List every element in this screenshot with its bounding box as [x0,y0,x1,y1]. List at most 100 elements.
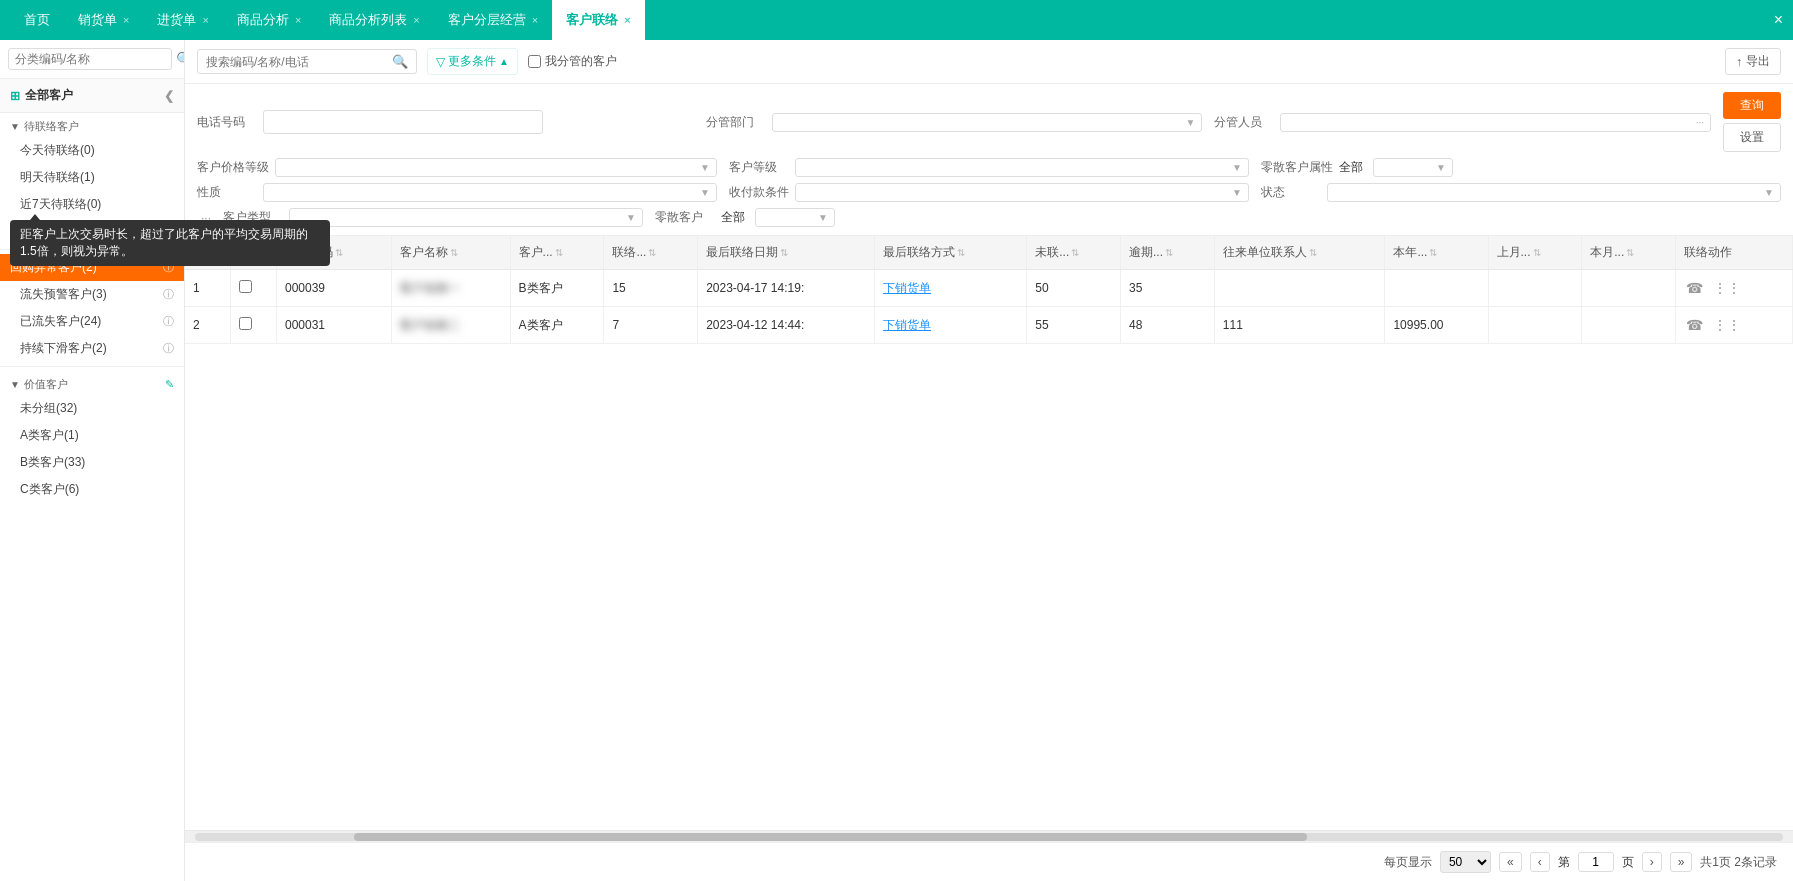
sort-date-icon[interactable]: ⇅ [780,247,788,258]
close-customer-contact-icon[interactable]: × [624,14,630,26]
sort-last-month-icon[interactable]: ⇅ [1533,247,1541,258]
action-more-2[interactable]: ⋮⋮ [1711,315,1743,335]
sidebar-divider-1 [0,249,184,250]
page-input[interactable] [1578,852,1614,872]
scrollbar-thumb[interactable] [354,833,1307,841]
action-more-1[interactable]: ⋮⋮ [1711,278,1743,298]
nav-item-product-list[interactable]: 商品分析列表 × [315,0,433,40]
customer-level-label: 客户等级 [729,159,789,176]
td-index-2: 2 [185,307,230,344]
gender-select[interactable]: ▼ [263,183,717,202]
last-page-button[interactable]: » [1670,852,1693,872]
sidebar-search-button[interactable]: 🔍 [176,51,185,67]
row-checkbox-1[interactable] [239,280,252,293]
action-call-1[interactable]: ☎ [1684,278,1705,298]
customer-level-select[interactable]: ▼ [795,158,1249,177]
td-year-2: 10995.00 [1385,307,1488,344]
sidebar-search-input[interactable] [8,48,172,70]
th-last-contact-date: 最后联络日期⇅ [698,236,875,270]
sort-type-icon[interactable]: ⇅ [555,247,563,258]
sidebar-item-churned[interactable]: 已流失客户(24) ⓘ [0,308,184,335]
select-all-checkbox[interactable] [239,245,252,258]
sidebar-collapse-icon[interactable]: ❮ [164,89,174,103]
th-customer-type: 客户...⇅ [510,236,604,270]
sort-code-icon[interactable]: ⇅ [335,247,343,258]
sidebar-item-repurchase-anomaly[interactable]: 回购异常客户(2) ⓘ [0,254,184,281]
window-close-icon[interactable]: × [1774,11,1783,29]
sidebar-item-declining[interactable]: 持续下滑客户(2) ⓘ [0,335,184,362]
settings-button[interactable]: 设置 [1723,123,1781,152]
nav-item-sales[interactable]: 销货单 × [64,0,143,40]
sidebar-item-overdue[interactable]: 逾期未联络(30) [0,218,184,245]
payment-select[interactable]: ▼ [795,183,1249,202]
edit-icon[interactable]: ✎ [165,378,174,391]
grid-icon: ⊞ [10,89,20,103]
per-page-select[interactable]: 50 20 100 [1440,851,1491,873]
filter-manager: 分管人员 ··· [1214,113,1711,132]
query-button[interactable]: 查询 [1723,92,1781,119]
sort-no-contact-icon[interactable]: ⇅ [1071,247,1079,258]
sort-method-icon[interactable]: ⇅ [957,247,965,258]
nav-item-customer-tier[interactable]: 客户分层经营 × [434,0,552,40]
close-purchase-icon[interactable]: × [202,14,208,26]
close-product-list-icon[interactable]: × [413,14,419,26]
nav-item-purchase[interactable]: 进货单 × [143,0,222,40]
close-product-analysis-icon[interactable]: × [295,14,301,26]
sort-overdue-icon[interactable]: ⇅ [1165,247,1173,258]
row-actions-2: ☎ ⋮⋮ [1684,315,1784,335]
price-level-select[interactable]: ▼ [275,158,717,177]
export-button[interactable]: ↑ 导出 [1725,48,1781,75]
my-customer-checkbox[interactable] [528,55,541,68]
first-page-button[interactable]: « [1499,852,1522,872]
filter-retail-attr: 零散客户属性 全部 ▼ [1261,158,1781,177]
sidebar-item-unclassified[interactable]: 未分组(32) [0,395,184,422]
status-select[interactable]: ▼ [1327,183,1781,202]
chevron-down-payment: ▼ [1232,187,1242,198]
more-dots[interactable]: ··· [201,211,211,225]
sort-contact-icon[interactable]: ⇅ [648,247,656,258]
close-customer-tier-icon[interactable]: × [532,14,538,26]
method-link-1[interactable]: 下销货单 [883,281,931,295]
sidebar-item-churn-warning[interactable]: 流失预警客户(3) ⓘ [0,281,184,308]
dept-select[interactable]: ▼ [772,113,1203,132]
sort-year-icon[interactable]: ⇅ [1429,247,1437,258]
retail-attr-select[interactable]: ▼ [1373,158,1453,177]
td-method-2: 下销货单 [875,307,1027,344]
sidebar-item-7days[interactable]: 近7天待联络(0) [0,191,184,218]
sidebar-item-tomorrow[interactable]: 明天待联络(1) [0,164,184,191]
nav-item-product-analysis[interactable]: 商品分析 × [223,0,315,40]
manager-label: 分管人员 [1214,114,1274,131]
arrow-down-icon: ▼ [10,121,20,132]
dept-label: 分管部门 [706,114,766,131]
manager-select[interactable]: ··· [1280,113,1711,132]
sort-month-icon[interactable]: ⇅ [1626,247,1634,258]
gear-icon[interactable]: ⚙ [201,245,214,261]
retail-customer-select[interactable]: ▼ [755,208,835,227]
close-sales-icon[interactable]: × [123,14,129,26]
prev-page-button[interactable]: ‹ [1530,852,1550,872]
method-link-2[interactable]: 下销货单 [883,318,931,332]
nav-item-home[interactable]: 首页 [10,0,64,40]
action-call-2[interactable]: ☎ [1684,315,1705,335]
row-checkbox-2[interactable] [239,317,252,330]
th-code: 客户编码⇅ [276,236,391,270]
sort-name-icon[interactable]: ⇅ [450,247,458,258]
customer-table: ⚙ 客户编码⇅ 客户名称⇅ 客 [185,236,1793,344]
next-page-button[interactable]: › [1642,852,1662,872]
sidebar-item-class-c[interactable]: C类客户(6) [0,476,184,503]
price-level-label: 客户价格等级 [197,159,269,176]
horizontal-scrollbar[interactable] [185,830,1793,842]
filter-dept: 分管部门 ▼ [706,113,1203,132]
status-label: 状态 [1261,184,1321,201]
sidebar-item-class-b[interactable]: B类客户(33) [0,449,184,476]
sort-person-icon[interactable]: ⇅ [1309,247,1317,258]
th-last-contact-method: 最后联络方式⇅ [875,236,1027,270]
more-filter-button[interactable]: ▽ 更多条件 ▲ [427,48,518,75]
phone-input[interactable] [263,110,543,134]
nav-item-customer-contact[interactable]: 客户联络 × [552,0,644,40]
customer-type-select[interactable]: ▼ [289,208,643,227]
th-settings: ⚙ [185,236,230,270]
search-input[interactable] [206,55,392,69]
sidebar-item-today[interactable]: 今天待联络(0) [0,137,184,164]
sidebar-item-class-a[interactable]: A类客户(1) [0,422,184,449]
